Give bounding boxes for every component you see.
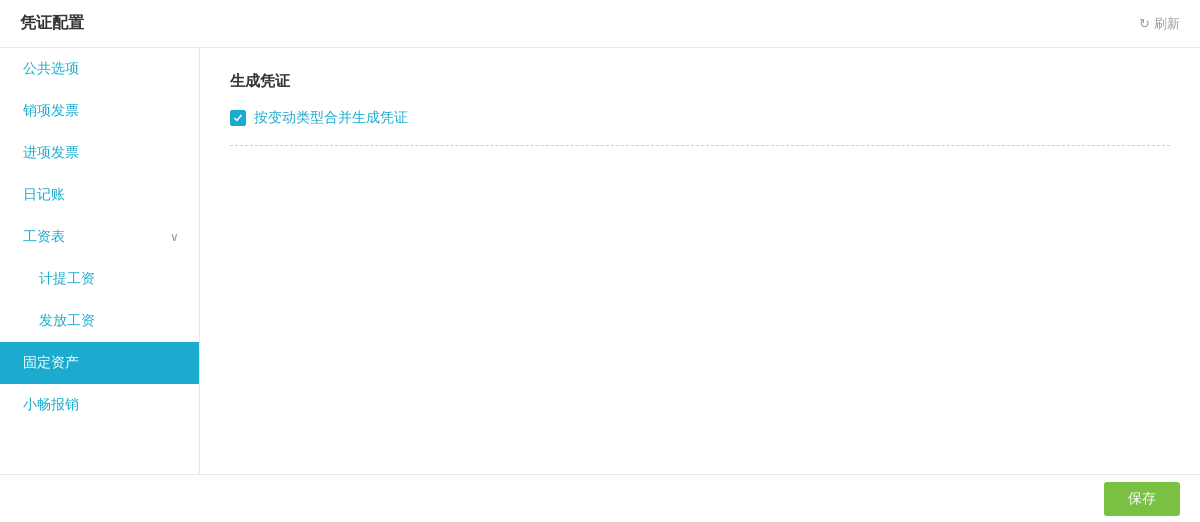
section-title: 生成凭证	[230, 72, 1170, 91]
refresh-button[interactable]: ↻ 刷新	[1139, 15, 1180, 33]
sidebar-item-label: 小畅报销	[23, 396, 79, 414]
sidebar-item-expense-claim[interactable]: 小畅报销	[0, 384, 199, 426]
checkmark-icon	[233, 113, 243, 123]
sidebar-item-label: 销项发票	[23, 102, 79, 120]
sidebar-item-label: 日记账	[23, 186, 65, 204]
chevron-down-icon: ∨	[170, 230, 179, 244]
sidebar-item-purchase-invoice[interactable]: 进项发票	[0, 132, 199, 174]
sidebar-item-label: 固定资产	[23, 354, 79, 372]
page-header: 凭证配置 ↻ 刷新	[0, 0, 1200, 48]
merge-checkbox[interactable]	[230, 110, 246, 126]
sidebar: 公共选项销项发票进项发票日记账工资表 ∨ 计提工资发放工资固定资产小畅报销	[0, 48, 200, 474]
page-footer: 保存	[0, 474, 1200, 522]
sidebar-item-calc-salary[interactable]: 计提工资	[0, 258, 199, 300]
sidebar-item-label: 进项发票	[23, 144, 79, 162]
sidebar-item-payroll-table[interactable]: 工资表 ∨	[0, 216, 199, 258]
checkbox-row: 按变动类型合并生成凭证	[230, 109, 1170, 127]
refresh-icon: ↻	[1139, 16, 1150, 31]
save-button[interactable]: 保存	[1104, 482, 1180, 516]
sidebar-item-label: 发放工资	[39, 312, 95, 330]
sidebar-item-pay-salary[interactable]: 发放工资	[0, 300, 199, 342]
sidebar-item-journal[interactable]: 日记账	[0, 174, 199, 216]
section-divider	[230, 145, 1170, 146]
sidebar-item-public-options[interactable]: 公共选项	[0, 48, 199, 90]
sidebar-item-label: 工资表	[23, 228, 65, 246]
content-area: 生成凭证 按变动类型合并生成凭证	[200, 48, 1200, 474]
refresh-label: 刷新	[1154, 15, 1180, 33]
checkbox-label: 按变动类型合并生成凭证	[254, 109, 408, 127]
page-title: 凭证配置	[20, 13, 84, 34]
main-layout: 公共选项销项发票进项发票日记账工资表 ∨ 计提工资发放工资固定资产小畅报销 生成凭证…	[0, 48, 1200, 474]
sidebar-item-label: 计提工资	[39, 270, 95, 288]
sidebar-item-label: 公共选项	[23, 60, 79, 78]
sidebar-item-sales-invoice[interactable]: 销项发票	[0, 90, 199, 132]
sidebar-item-fixed-assets[interactable]: 固定资产	[0, 342, 199, 384]
